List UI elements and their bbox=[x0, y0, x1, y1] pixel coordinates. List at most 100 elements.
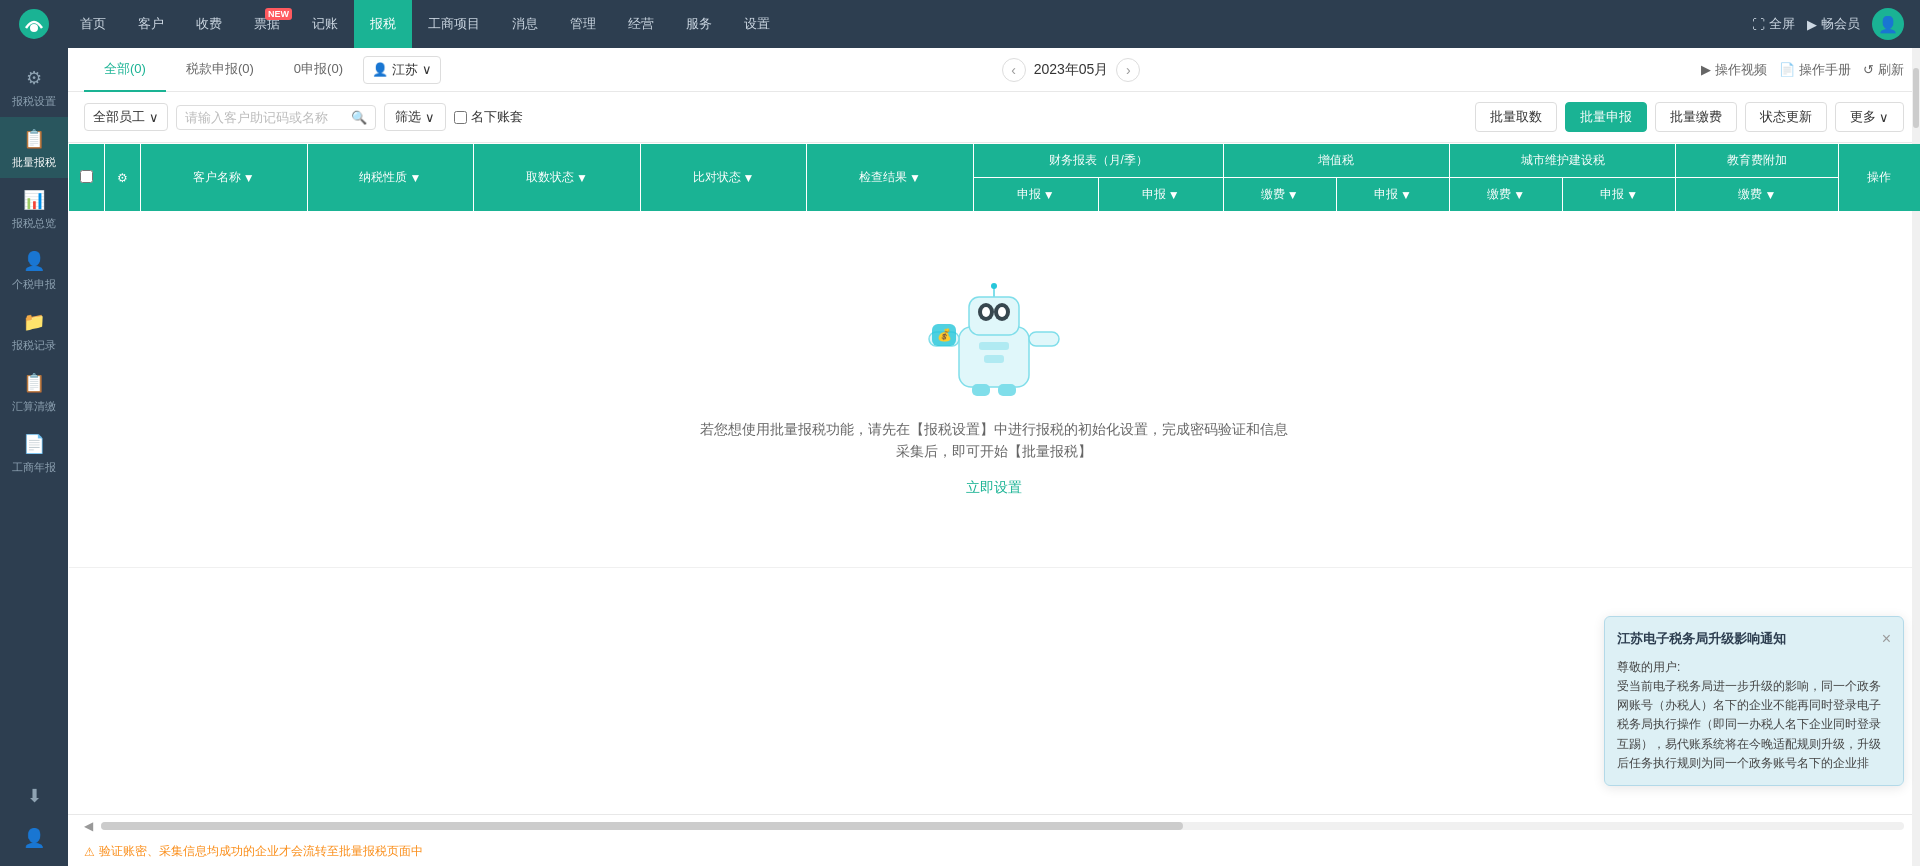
setup-link[interactable]: 立即设置 bbox=[966, 479, 1022, 497]
bottom-scroll-container: ◀ bbox=[68, 814, 1920, 837]
tab-bar: 全部(0) 税款申报(0) 0申报(0) 👤 江苏 ∨ ‹ 2023年05月 › bbox=[68, 48, 1920, 92]
sidebar-item-personal-tax[interactable]: 👤 个税申报 bbox=[0, 239, 68, 300]
notification-close-button[interactable]: × bbox=[1882, 631, 1891, 647]
operation-video-button[interactable]: ▶ 操作视频 bbox=[1701, 61, 1767, 79]
book-icon: 📄 bbox=[1779, 62, 1795, 77]
filter-icon-fin-declare[interactable]: ▼ bbox=[1043, 188, 1055, 202]
toolbar: 全部员工 ∨ 🔍 筛选 ∨ 名下账套 批量取数 批量申报 批量缴费 状态更新 bbox=[68, 92, 1920, 143]
search-input[interactable] bbox=[185, 110, 345, 125]
svg-rect-16 bbox=[979, 342, 1009, 350]
nav-home[interactable]: 首页 bbox=[64, 0, 122, 48]
sidebar-item-annual-report[interactable]: 📄 工商年报 bbox=[0, 422, 68, 483]
filter-icon-customer[interactable]: ▼ bbox=[243, 171, 255, 185]
tab-right-actions: ▶ 操作视频 📄 操作手册 ↺ 刷新 bbox=[1701, 61, 1904, 79]
filter-dropdown-icon: ∨ bbox=[425, 110, 435, 125]
filter-icon-fetch[interactable]: ▼ bbox=[576, 171, 588, 185]
filter-button[interactable]: 筛选 ∨ bbox=[384, 103, 446, 131]
tax-settings-label: 报税设置 bbox=[12, 94, 56, 109]
vip-button[interactable]: ▶ 畅会员 bbox=[1807, 15, 1860, 33]
svg-point-6 bbox=[982, 307, 990, 317]
svg-rect-11 bbox=[1029, 332, 1059, 346]
month-navigation: ‹ 2023年05月 › bbox=[1002, 58, 1141, 82]
nav-accounting[interactable]: 记账 bbox=[296, 0, 354, 48]
sidebar-item-tax-settings[interactable]: ⚙ 报税设置 bbox=[0, 56, 68, 117]
sidebar-item-tax-overview[interactable]: 📊 报税总览 bbox=[0, 178, 68, 239]
nav-business[interactable]: 工商项目 bbox=[412, 0, 496, 48]
more-button[interactable]: 更多 ∨ bbox=[1835, 102, 1904, 132]
nav-invoice[interactable]: 票据 NEW bbox=[238, 0, 296, 48]
tax-record-label: 报税记录 bbox=[12, 338, 56, 353]
batch-fetch-button[interactable]: 批量取数 bbox=[1475, 102, 1557, 132]
scroll-thumb bbox=[101, 822, 1183, 830]
empty-text: 若您想使用批量报税功能，请先在【报税设置】中进行报税的初始化设置，完成密码验证和… bbox=[694, 418, 1294, 463]
accounts-checkbox[interactable] bbox=[454, 111, 467, 124]
province-icon: 👤 bbox=[372, 62, 388, 77]
fullscreen-button[interactable]: ⛶ 全屏 bbox=[1752, 15, 1795, 33]
sidebar-item-user[interactable]: 👤 bbox=[0, 816, 68, 858]
settlement-icon: 📋 bbox=[22, 371, 46, 395]
nav-manage[interactable]: 管理 bbox=[554, 0, 612, 48]
notification-text: 受当前电子税务局进一步升级的影响，同一个政务网账号（办税人）名下的企业不能再同时… bbox=[1617, 677, 1891, 773]
th-city-pay: 缴费 ▼ bbox=[1450, 178, 1563, 212]
accounts-checkbox-label[interactable]: 名下账套 bbox=[454, 108, 523, 126]
refresh-icon: ↺ bbox=[1863, 62, 1874, 77]
dropdown-icon: ∨ bbox=[149, 110, 159, 125]
nav-customer[interactable]: 客户 bbox=[122, 0, 180, 48]
filter-icon-edu-declare[interactable]: ▼ bbox=[1626, 188, 1638, 202]
sidebar-item-download[interactable]: ⬇ bbox=[0, 774, 68, 816]
horizontal-scrollbar[interactable] bbox=[101, 822, 1904, 830]
filter-icon-vat-declare[interactable]: ▼ bbox=[1168, 188, 1180, 202]
nav-items: 首页 客户 收费 票据 NEW 记账 报税 工商项目 消息 管理 经营 服务 设… bbox=[64, 0, 1752, 48]
th-financial-report: 财务报表（月/季） bbox=[973, 144, 1223, 178]
th-customer-name: 客户名称 ▼ bbox=[141, 144, 308, 212]
more-dropdown-icon: ∨ bbox=[1879, 110, 1889, 125]
th-edu-pay: 缴费 ▼ bbox=[1676, 178, 1838, 212]
tab-tax-declaration[interactable]: 税款申报(0) bbox=[166, 48, 274, 92]
user-avatar[interactable]: 👤 bbox=[1872, 8, 1904, 40]
province-selector[interactable]: 👤 江苏 ∨ bbox=[363, 56, 441, 84]
employee-select[interactable]: 全部员工 ∨ bbox=[84, 103, 168, 131]
th-vat: 增值税 bbox=[1223, 144, 1449, 178]
tax-overview-label: 报税总览 bbox=[12, 216, 56, 231]
empty-state: 💰 若您想使用批量报税功能，请先在【报税设 bbox=[77, 222, 1912, 557]
prev-month-button[interactable]: ‹ bbox=[1002, 58, 1026, 82]
th-city-maintenance-tax: 城市维护建设税 bbox=[1450, 144, 1676, 178]
nav-service[interactable]: 服务 bbox=[670, 0, 728, 48]
notification-header: 江苏电子税务局升级影响通知 × bbox=[1617, 629, 1891, 650]
sidebar-item-tax-record[interactable]: 📁 报税记录 bbox=[0, 300, 68, 361]
filter-icon-compare[interactable]: ▼ bbox=[743, 171, 755, 185]
sidebar-item-settlement[interactable]: 📋 汇算清缴 bbox=[0, 361, 68, 422]
tax-overview-icon: 📊 bbox=[22, 188, 46, 212]
batch-declare-button[interactable]: 批量申报 bbox=[1565, 102, 1647, 132]
batch-pay-button[interactable]: 批量缴费 bbox=[1655, 102, 1737, 132]
filter-icon-city-pay[interactable]: ▼ bbox=[1513, 188, 1525, 202]
search-icon[interactable]: 🔍 bbox=[351, 110, 367, 125]
batch-tax-icon: 📋 bbox=[22, 127, 46, 151]
filter-icon-vat-pay[interactable]: ▼ bbox=[1287, 188, 1299, 202]
settlement-label: 汇算清缴 bbox=[12, 399, 56, 414]
filter-icon-check[interactable]: ▼ bbox=[909, 171, 921, 185]
nav-settings[interactable]: 设置 bbox=[728, 0, 786, 48]
operation-manual-button[interactable]: 📄 操作手册 bbox=[1779, 61, 1851, 79]
filter-icon-tax-type[interactable]: ▼ bbox=[409, 171, 421, 185]
top-navigation: 首页 客户 收费 票据 NEW 记账 报税 工商项目 消息 管理 经营 服务 设… bbox=[0, 0, 1920, 48]
refresh-button[interactable]: ↺ 刷新 bbox=[1863, 61, 1904, 79]
warning-icon: ⚠ bbox=[84, 845, 95, 859]
nav-operation[interactable]: 经营 bbox=[612, 0, 670, 48]
filter-icon-city-declare[interactable]: ▼ bbox=[1400, 188, 1412, 202]
tab-all[interactable]: 全部(0) bbox=[84, 48, 166, 92]
table-settings-icon[interactable]: ⚙ bbox=[117, 171, 128, 185]
select-all-checkbox[interactable] bbox=[80, 170, 93, 183]
filter-icon-edu-pay[interactable]: ▼ bbox=[1764, 188, 1776, 202]
next-month-button[interactable]: › bbox=[1116, 58, 1140, 82]
status-update-button[interactable]: 状态更新 bbox=[1745, 102, 1827, 132]
scroll-left-arrow[interactable]: ◀ bbox=[84, 819, 93, 833]
tab-zero-declaration[interactable]: 0申报(0) bbox=[274, 48, 363, 92]
nav-tax[interactable]: 报税 bbox=[354, 0, 412, 48]
sidebar-item-batch-tax[interactable]: 📋 批量报税 bbox=[0, 117, 68, 178]
annual-report-icon: 📄 bbox=[22, 432, 46, 456]
nav-billing[interactable]: 收费 bbox=[180, 0, 238, 48]
annual-report-label: 工商年报 bbox=[12, 460, 56, 475]
nav-message[interactable]: 消息 bbox=[496, 0, 554, 48]
warning-bar: ⚠ 验证账密、采集信息均成功的企业才会流转至批量报税页面中 bbox=[68, 837, 1920, 866]
